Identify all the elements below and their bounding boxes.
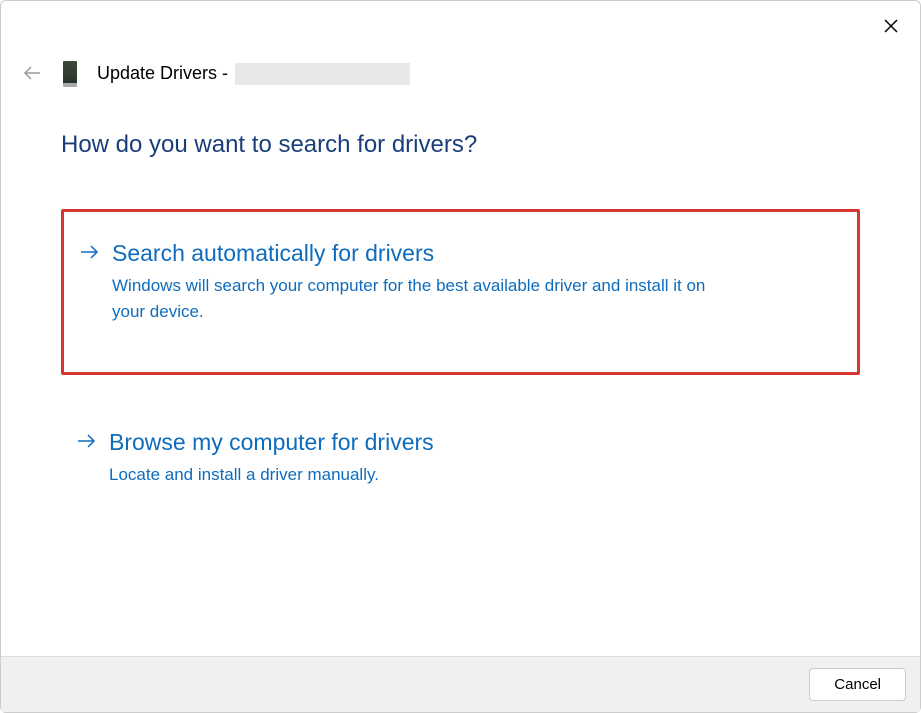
option-title: Browse my computer for drivers	[109, 429, 844, 456]
cancel-button[interactable]: Cancel	[809, 668, 906, 701]
option-description: Locate and install a driver manually.	[109, 462, 729, 488]
dialog-heading: How do you want to search for drivers?	[61, 131, 860, 159]
arrow-right-icon	[77, 432, 97, 455]
option-title: Search automatically for drivers	[112, 240, 841, 267]
option-description: Windows will search your computer for th…	[112, 273, 732, 324]
dialog-title: Update Drivers -	[97, 63, 410, 86]
close-icon	[884, 19, 898, 33]
device-name-redacted	[235, 63, 410, 85]
dialog-header: Update Drivers -	[23, 61, 410, 87]
dialog-footer: Cancel	[1, 656, 920, 712]
close-button[interactable]	[876, 11, 906, 41]
dialog-content: How do you want to search for drivers? S…	[61, 131, 860, 542]
device-icon	[63, 61, 77, 87]
option-search-automatically[interactable]: Search automatically for drivers Windows…	[61, 209, 860, 375]
arrow-right-icon	[80, 243, 100, 266]
dialog-title-prefix: Update Drivers -	[97, 63, 228, 83]
back-arrow-icon	[23, 64, 41, 85]
option-browse-computer[interactable]: Browse my computer for drivers Locate an…	[61, 415, 860, 512]
